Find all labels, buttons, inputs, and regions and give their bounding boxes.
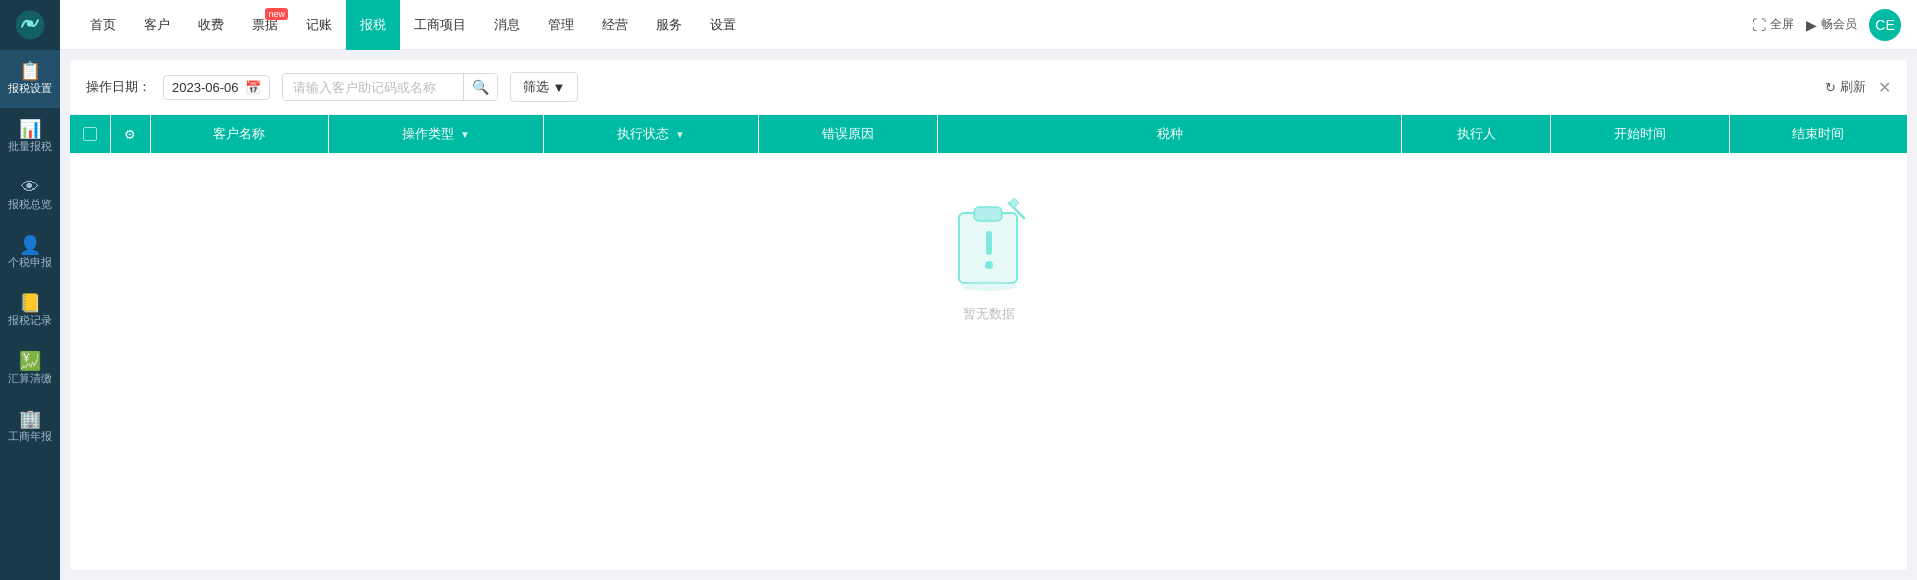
th-op-type: 操作类型 ▼	[329, 115, 544, 153]
sidebar-item-baoshuishezhi[interactable]: 📋 报税设置	[0, 50, 60, 108]
exec-status-filter-icon[interactable]: ▼	[675, 129, 685, 140]
sidebar-item-baosuijilu-label: 报税记录	[8, 314, 52, 327]
user-avatar[interactable]: CE	[1869, 9, 1901, 41]
filter-button[interactable]: 筛选 ▼	[510, 72, 579, 102]
sidebar-item-huisuan-label: 汇算清缴	[8, 372, 52, 385]
nav-baoshui[interactable]: 报税	[346, 0, 400, 50]
sidebar: 📋 报税设置 📊 批量报税 👁 报税总览 👤 个税申报 📒 报税记录 💹 汇算清…	[0, 0, 60, 580]
th-customer-name: 客户名称	[150, 115, 329, 153]
search-button[interactable]: 🔍	[463, 74, 497, 100]
settings-icon[interactable]: ⚙	[124, 127, 136, 142]
th-error-reason: 错误原因	[759, 115, 938, 153]
filter-label: 筛选	[523, 78, 549, 96]
vip-icon: ▶	[1806, 17, 1817, 33]
main-panel: 操作日期： 2023-06-06 📅 🔍 筛选 ▼ ↻ 刷新	[70, 60, 1907, 570]
sidebar-item-piliangshuishui-label: 批量报税	[8, 140, 52, 153]
baosuizonglan-icon: 👁	[21, 178, 39, 196]
gongshangnianbaoo-icon: 🏢	[19, 410, 41, 428]
top-navigation: 首页 客户 收费 票据 new 记账 报税 工商项目 消息 管理 经营	[60, 0, 1917, 50]
data-table: ⚙ 客户名称 操作类型 ▼ 执行状态 ▼	[70, 115, 1907, 153]
fullscreen-button[interactable]: ⛶ 全屏	[1752, 16, 1794, 33]
sidebar-item-huisuan[interactable]: 💹 汇算清缴	[0, 340, 60, 398]
nav-customer[interactable]: 客户	[130, 0, 184, 50]
th-executor: 执行人	[1402, 115, 1551, 153]
baoshuishezhi-icon: 📋	[19, 62, 41, 80]
sidebar-item-piliangshuishui[interactable]: 📊 批量报税	[0, 108, 60, 166]
nav-home[interactable]: 首页	[76, 0, 130, 50]
svg-point-1	[27, 20, 33, 26]
svg-rect-3	[974, 207, 1002, 221]
app-logo	[0, 0, 60, 50]
baosuijilu-icon: 📒	[19, 294, 41, 312]
main-content: 首页 客户 收费 票据 new 记账 报税 工商项目 消息 管理 经营	[60, 0, 1917, 580]
svg-rect-4	[986, 231, 992, 255]
nav-shoufei[interactable]: 收费	[184, 0, 238, 50]
sidebar-item-baosuizonglan[interactable]: 👁 报税总览	[0, 166, 60, 224]
svg-point-5	[985, 261, 993, 269]
calendar-icon: 📅	[245, 80, 261, 95]
sidebar-item-geshuishenbao[interactable]: 👤 个税申报	[0, 224, 60, 282]
nav-guanli[interactable]: 管理	[534, 0, 588, 50]
th-settings: ⚙	[110, 115, 150, 153]
sidebar-item-baosuizonglan-label: 报税总览	[8, 198, 52, 211]
toolbar: 操作日期： 2023-06-06 📅 🔍 筛选 ▼ ↻ 刷新	[70, 60, 1907, 115]
th-start-time: 开始时间	[1550, 115, 1729, 153]
th-end-time: 结束时间	[1729, 115, 1907, 153]
toolbar-right: ↻ 刷新 ✕	[1825, 78, 1891, 97]
nav-jingying[interactable]: 经营	[588, 0, 642, 50]
piliangshuishui-icon: 📊	[19, 120, 41, 138]
refresh-button[interactable]: ↻ 刷新	[1825, 78, 1866, 96]
chevron-down-icon: ▼	[553, 80, 566, 95]
table-container: ⚙ 客户名称 操作类型 ▼ 执行状态 ▼	[70, 115, 1907, 570]
empty-state: 暂无数据	[70, 153, 1907, 363]
close-button[interactable]: ✕	[1878, 78, 1891, 97]
geshuishenbao-icon: 👤	[19, 236, 41, 254]
topnav-right-area: ⛶ 全屏 ▶ 畅会员 CE	[1752, 9, 1901, 41]
search-box: 🔍	[282, 73, 498, 101]
nav-xiaoxi[interactable]: 消息	[480, 0, 534, 50]
nav-piao[interactable]: 票据 new	[238, 0, 292, 50]
svg-marker-7	[1009, 198, 1019, 208]
empty-illustration	[944, 193, 1034, 293]
sidebar-item-baoshuishezhi-label: 报税设置	[8, 82, 52, 95]
th-checkbox	[70, 115, 110, 153]
select-all-checkbox[interactable]	[83, 127, 97, 141]
nav-jizhangg[interactable]: 记账	[292, 0, 346, 50]
sidebar-item-geshuishenbao-label: 个税申报	[8, 256, 52, 269]
date-value: 2023-06-06	[172, 80, 239, 95]
nav-shezhi[interactable]: 设置	[696, 0, 750, 50]
new-badge: new	[265, 8, 288, 21]
th-tax-type: 税种	[937, 115, 1401, 153]
sidebar-item-baosuijilu[interactable]: 📒 报税记录	[0, 282, 60, 340]
table-header-row: ⚙ 客户名称 操作类型 ▼ 执行状态 ▼	[70, 115, 1907, 153]
huisuan-icon: 💹	[19, 352, 41, 370]
search-input[interactable]	[283, 75, 463, 100]
empty-text: 暂无数据	[963, 305, 1015, 323]
date-label: 操作日期：	[86, 78, 151, 96]
date-input[interactable]: 2023-06-06 📅	[163, 75, 270, 100]
vip-button[interactable]: ▶ 畅会员	[1806, 16, 1857, 33]
svg-point-8	[961, 281, 1017, 291]
nav-gongshang[interactable]: 工商项目	[400, 0, 480, 50]
nav-fuwu[interactable]: 服务	[642, 0, 696, 50]
fullscreen-icon: ⛶	[1752, 17, 1766, 33]
refresh-icon: ↻	[1825, 80, 1836, 95]
op-type-filter-icon[interactable]: ▼	[460, 129, 470, 140]
th-exec-status: 执行状态 ▼	[544, 115, 759, 153]
sidebar-item-gongshangnianbaoo-label: 工商年报	[8, 430, 52, 443]
sidebar-item-gongshangnianbaoo[interactable]: 🏢 工商年报	[0, 398, 60, 456]
page-content: 操作日期： 2023-06-06 📅 🔍 筛选 ▼ ↻ 刷新	[60, 50, 1917, 580]
